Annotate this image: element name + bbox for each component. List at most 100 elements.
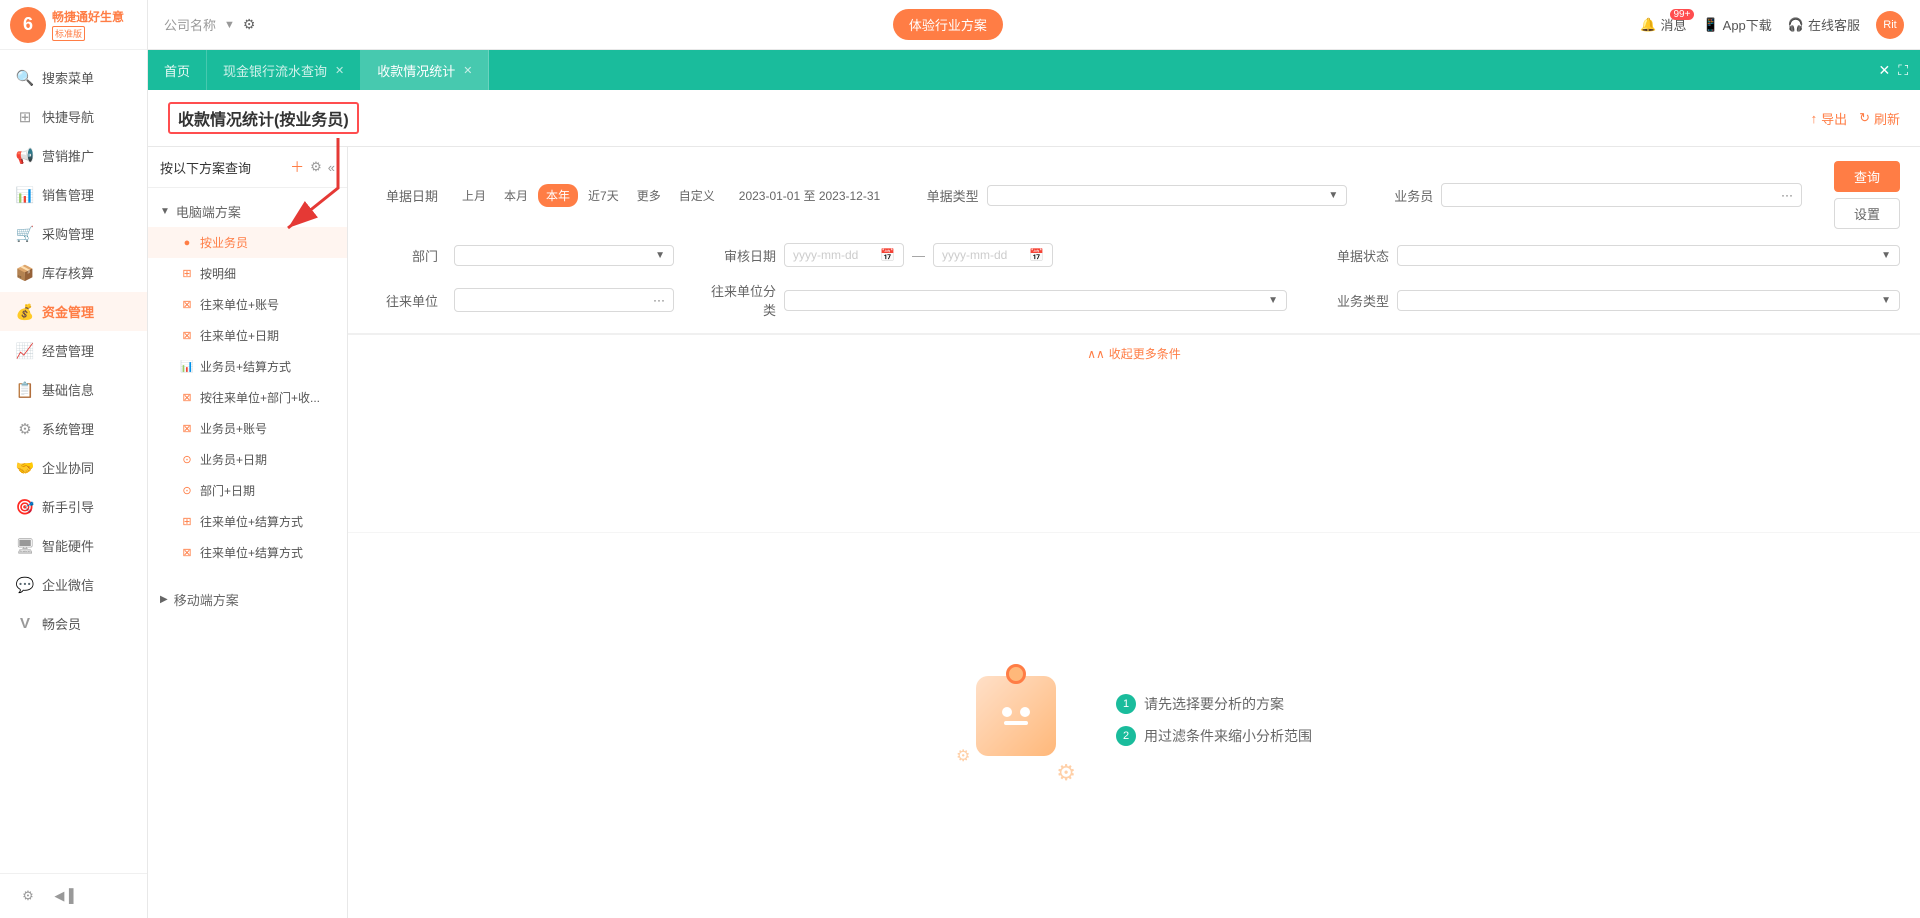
sidebar-item-wechat[interactable]: 💬 企业微信 — [0, 565, 147, 604]
header-settings-icon[interactable]: ⚙ — [243, 16, 256, 33]
staff-filter-label: 业务员 — [1363, 186, 1433, 205]
calendar-end-icon[interactable]: 📅 — [1029, 248, 1044, 262]
tip-number-2: 2 — [1116, 726, 1136, 746]
tab-bar-right: ✕ ⛶ — [1866, 50, 1920, 90]
export-label: 导出 — [1821, 109, 1847, 128]
app-download[interactable]: 📱 App下载 — [1702, 15, 1771, 34]
scheme-item-detail-label: 按明细 — [200, 265, 236, 282]
sidebar-item-search[interactable]: 🔍 搜索菜单 — [0, 58, 147, 97]
sidebar-item-hardware[interactable]: 🖥 智能硬件 — [0, 526, 147, 565]
date-tab-more[interactable]: 更多 — [629, 184, 669, 207]
close-window-icon[interactable]: ✕ — [1878, 62, 1890, 79]
settings-bottom-icon[interactable]: ⚙ — [16, 884, 40, 908]
date-tab-last-month[interactable]: 上月 — [454, 184, 494, 207]
review-date-end[interactable]: yyyy-mm-dd 📅 — [933, 243, 1053, 267]
sidebar-item-operation[interactable]: 📈 经营管理 — [0, 331, 147, 370]
add-scheme-icon[interactable]: ＋ — [290, 157, 304, 177]
scheme-item-dept-date[interactable]: ⊙ 部门+日期 — [148, 475, 347, 506]
filter-row-3: 往来单位 ··· 往来单位分类 ▼ — [368, 281, 1900, 319]
tab-collection[interactable]: 收款情况统计 ✕ — [361, 50, 489, 90]
tip-text-2: 用过滤条件来缩小分析范围 — [1144, 726, 1312, 746]
review-date-start[interactable]: yyyy-mm-dd 📅 — [784, 243, 904, 267]
staff-settle-icon: 📊 — [180, 360, 194, 374]
sidebar-item-shortcut[interactable]: ⊞ 快捷导航 — [0, 97, 147, 136]
trial-button[interactable]: 体验行业方案 — [893, 9, 1003, 40]
scheme-item-unit-settle1[interactable]: ⊞ 往来单位+结算方式 — [148, 506, 347, 537]
scheme-item-unit-settle2[interactable]: ⊠ 往来单位+结算方式 — [148, 537, 347, 568]
partner-category-select[interactable]: ▼ — [784, 290, 1287, 311]
bank-flow-close-icon[interactable]: ✕ — [335, 64, 344, 77]
date-tab-7days[interactable]: 近7天 — [580, 184, 627, 207]
shortcut-icon: ⊞ — [16, 108, 34, 126]
date-dash: — — [912, 248, 925, 263]
partner-select[interactable]: ··· — [454, 288, 674, 312]
online-service[interactable]: 🎧 在线客服 — [1788, 15, 1860, 34]
collection-label: 收款情况统计 — [377, 61, 455, 80]
sidebar-label-enterprise: 企业协同 — [42, 458, 94, 477]
settings-button[interactable]: 设置 — [1834, 198, 1900, 229]
scheme-item-unit-dept[interactable]: ⊠ 按往来单位+部门+收... — [148, 382, 347, 413]
unit-account-icon: ⊠ — [180, 298, 194, 312]
scheme-item-staff-settle[interactable]: 📊 业务员+结算方式 — [148, 351, 347, 382]
sidebar: 6 畅捷通好生意 标准版 🔍 搜索菜单 ⊞ 快捷导航 📢 营销推广 📊 销售管理… — [0, 0, 148, 918]
dept-select[interactable]: ▼ — [454, 245, 674, 266]
settings-scheme-icon[interactable]: ⚙ — [310, 159, 322, 175]
maximize-icon[interactable]: ⛶ — [1898, 62, 1908, 79]
bell-icon: 🔔 — [1640, 17, 1656, 33]
tab-home[interactable]: 首页 — [148, 50, 207, 90]
scheme-category-mobile[interactable]: ▶ 移动端方案 — [148, 584, 347, 615]
scheme-item-by-staff[interactable]: ● 按业务员 — [148, 227, 347, 258]
sidebar-item-member[interactable]: V 畅会员 — [0, 604, 147, 643]
scheme-item-unit-date[interactable]: ⊠ 往来单位+日期 — [148, 320, 347, 351]
sidebar-label-wechat: 企业微信 — [42, 575, 94, 594]
sidebar-item-purchase[interactable]: 🛒 采购管理 — [0, 214, 147, 253]
user-avatar[interactable]: Rit — [1876, 11, 1904, 39]
filter-panel: 单据日期 上月 本月 本年 近7天 更多 自定义 20 — [348, 147, 1920, 532]
scheme-item-by-detail[interactable]: ⊞ 按明细 — [148, 258, 347, 289]
collapse-bar[interactable]: ∧∧ 收起更多条件 — [348, 334, 1920, 372]
scheme-item-unit-account[interactable]: ⊠ 往来单位+账号 — [148, 289, 347, 320]
scheme-item-staff-date[interactable]: ⊙ 业务员+日期 — [148, 444, 347, 475]
scheme-header: 按以下方案查询 ＋ ⚙ « — [148, 147, 347, 188]
desktop-scheme-label: 电脑端方案 — [176, 202, 241, 221]
sidebar-item-basic[interactable]: 📋 基础信息 — [0, 370, 147, 409]
notification-badge: 99+ — [1670, 9, 1695, 20]
sidebar-label-basic: 基础信息 — [42, 380, 94, 399]
scheme-item-staff-settle-label: 业务员+结算方式 — [200, 358, 291, 375]
export-button[interactable]: ↑ 导出 — [1811, 109, 1848, 128]
date-tab-custom[interactable]: 自定义 — [671, 184, 723, 207]
doc-status-select[interactable]: ▼ — [1397, 245, 1900, 266]
sidebar-item-enterprise[interactable]: 🤝 企业协同 — [0, 448, 147, 487]
sidebar-item-sales[interactable]: 📊 销售管理 — [0, 175, 147, 214]
sidebar-item-inventory[interactable]: 📦 库存核算 — [0, 253, 147, 292]
scheme-item-unit-settle2-label: 往来单位+结算方式 — [200, 544, 303, 561]
query-button[interactable]: 查询 — [1834, 161, 1900, 192]
dept-label: 部门 — [368, 246, 438, 265]
notification-bell[interactable]: 🔔 消息 99+ — [1640, 15, 1686, 34]
sidebar-item-capital[interactable]: 💰 资金管理 — [0, 292, 147, 331]
doc-status-chevron-icon: ▼ — [1881, 250, 1891, 261]
online-service-label: 在线客服 — [1808, 15, 1860, 34]
sidebar-item-guide[interactable]: 🎯 新手引导 — [0, 487, 147, 526]
sidebar-label-sales: 销售管理 — [42, 185, 94, 204]
biz-type-select[interactable]: ▼ — [1397, 290, 1900, 311]
collapse-scheme-icon[interactable]: « — [328, 160, 335, 175]
date-tab-this-year[interactable]: 本年 — [538, 184, 578, 207]
collapse-icon[interactable]: ◀▐ — [52, 884, 76, 908]
tab-bank-flow[interactable]: 现金银行流水查询 ✕ — [207, 50, 361, 90]
dropdown-icon[interactable]: ▼ — [224, 19, 235, 31]
sidebar-item-marketing[interactable]: 📢 营销推广 — [0, 136, 147, 175]
collection-close-icon[interactable]: ✕ — [463, 64, 472, 77]
refresh-button[interactable]: ↻ 刷新 — [1859, 109, 1900, 128]
logo-icon: 6 — [10, 7, 46, 43]
doc-type-group: 单据类型 ▼ — [909, 185, 1348, 206]
scheme-item-staff-account[interactable]: ⊠ 业务员+账号 — [148, 413, 347, 444]
scheme-category-desktop[interactable]: ▼ 电脑端方案 — [148, 196, 347, 227]
sidebar-item-system[interactable]: ⚙ 系统管理 — [0, 409, 147, 448]
doc-type-select[interactable]: ▼ — [987, 185, 1348, 206]
date-tab-this-month[interactable]: 本月 — [496, 184, 536, 207]
staff-select[interactable]: ··· — [1441, 183, 1802, 207]
calendar-start-icon[interactable]: 📅 — [880, 248, 895, 262]
page-title: 收款情况统计(按业务员) — [178, 112, 349, 129]
filter-row-2: 部门 ▼ 审核日期 yyyy-mm-dd 📅 — [368, 243, 1900, 267]
